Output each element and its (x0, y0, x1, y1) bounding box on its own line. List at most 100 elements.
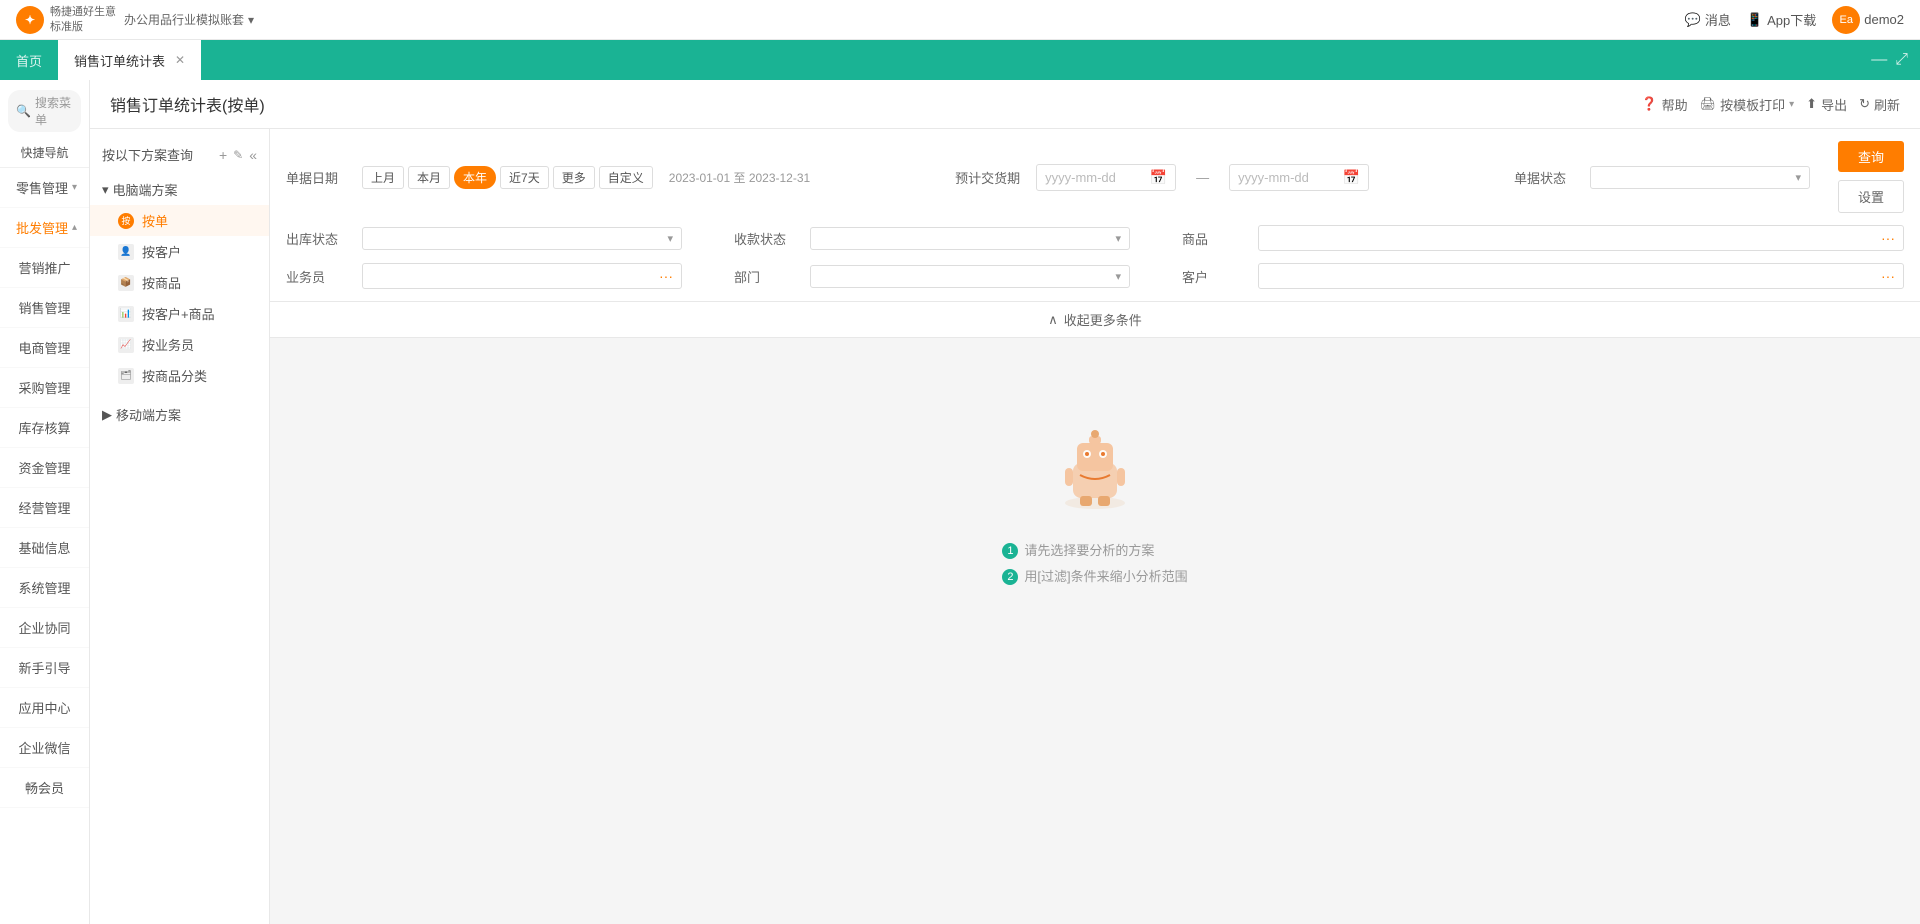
scheme-item-by-salesman[interactable]: 📈 按业务员 (90, 329, 269, 360)
scheme-item-by-order[interactable]: 按 按单 (90, 205, 269, 236)
more-date-button[interactable]: 更多 (553, 166, 595, 189)
last-7-days-button[interactable]: 近7天 (500, 166, 549, 189)
scheme-panel-icons: + ✎ « (219, 147, 257, 163)
sidebar-item-inventory[interactable]: 库存核算 (0, 408, 89, 448)
scheme-icon: 👤 (118, 244, 134, 260)
export-icon: ⬆ (1806, 96, 1817, 112)
date-label: 单据日期 (286, 168, 346, 187)
pay-status-select[interactable]: ▾ (810, 227, 1130, 250)
expected-date-to-input[interactable]: yyyy-mm-dd 📅 (1229, 164, 1369, 191)
tab-sales-stat[interactable]: 销售订单统计表 ✕ (58, 40, 201, 80)
sidebar: 🔍 搜索菜单 快捷导航 零售管理 ▾ 批发管理 ▴ 营销推广 销售管理 电商管理… (0, 80, 90, 924)
page-header-actions: ❓ 帮助 🖨 按模板打印 ▾ ⬆ 导出 ↻ 刷新 (1641, 95, 1900, 126)
scheme-icon: 📊 (118, 306, 134, 322)
sidebar-item-operation[interactable]: 经营管理 (0, 488, 89, 528)
salesman-input[interactable]: ··· (362, 263, 682, 289)
status-chevron-icon: ▾ (1795, 171, 1801, 184)
export-button[interactable]: ⬆ 导出 (1806, 95, 1847, 114)
collapse-bar[interactable]: ∧ 收起更多条件 (270, 302, 1920, 338)
goods-more-icon[interactable]: ··· (1881, 230, 1895, 246)
sidebar-item-sales-mgmt[interactable]: 销售管理 (0, 288, 89, 328)
sidebar-item-purchase[interactable]: 采购管理 (0, 368, 89, 408)
scheme-item-by-customer[interactable]: 👤 按客户 (90, 236, 269, 267)
maximize-button[interactable]: ⤢ (1895, 51, 1908, 69)
refresh-icon: ↻ (1859, 96, 1870, 112)
search-icon: 🔍 (16, 104, 31, 118)
collapse-panel-icon[interactable]: « (249, 147, 257, 163)
message-button[interactable]: 💬 消息 (1685, 10, 1731, 29)
refresh-button[interactable]: ↻ 刷新 (1859, 95, 1900, 114)
avatar: Ea (1832, 6, 1860, 34)
sidebar-item-newbie[interactable]: 新手引导 (0, 648, 89, 688)
tip-num-2: 2 (1002, 569, 1018, 585)
sidebar-item-system[interactable]: 系统管理 (0, 568, 89, 608)
chevron-down-icon: ▾ (102, 182, 109, 198)
content-wrapper: 按以下方案查询 + ✎ « ▾ 电脑端方案 按 按单 (90, 129, 1920, 924)
calendar-from-icon[interactable]: 📅 (1150, 169, 1167, 186)
tab-close-icon[interactable]: ✕ (175, 53, 185, 67)
tab-bar: 首页 销售订单统计表 ✕ — ⤢ (0, 40, 1920, 80)
filter-row-2: 出库状态 ▾ 收款状态 ▾ 商品 (286, 225, 1904, 251)
scheme-section-mobile-header[interactable]: ▶ 移动端方案 (90, 399, 269, 430)
scheme-item-by-cust-goods[interactable]: 📊 按客户+商品 (90, 298, 269, 329)
sidebar-item-shortcut[interactable]: 快捷导航 (0, 138, 89, 168)
minimize-button[interactable]: — (1871, 51, 1887, 69)
settings-button[interactable]: 设置 (1838, 180, 1904, 213)
search-input[interactable]: 🔍 搜索菜单 (8, 90, 81, 132)
last-month-button[interactable]: 上月 (362, 166, 404, 189)
print-icon: 🖨 (1700, 96, 1717, 112)
sidebar-item-ecommerce[interactable]: 电商管理 (0, 328, 89, 368)
this-year-button[interactable]: 本年 (454, 166, 496, 189)
print-arrow-icon[interactable]: ▾ (1789, 99, 1794, 110)
customer-input[interactable]: ··· (1258, 263, 1904, 289)
scheme-section-mobile: ▶ 移动端方案 (90, 395, 269, 434)
sidebar-item-member[interactable]: 畅会员 (0, 768, 89, 808)
dept-select[interactable]: ▾ (810, 265, 1130, 288)
sidebar-item-finance[interactable]: 资金管理 (0, 448, 89, 488)
breadcrumb-arrow[interactable]: ▾ (248, 13, 254, 27)
ship-status-select[interactable]: ▾ (362, 227, 682, 250)
empty-illustration (1045, 418, 1145, 518)
empty-state: 1 请先选择要分析的方案 2 用[过滤]条件来缩小分析范围 (270, 338, 1920, 670)
salesman-label: 业务员 (286, 267, 346, 286)
app-download-button[interactable]: 📱 App下载 (1747, 10, 1816, 29)
this-month-button[interactable]: 本月 (408, 166, 450, 189)
filter-section: 单据日期 上月 本月 本年 近7天 更多 自定义 2023-01-01 至 20… (270, 129, 1920, 302)
pay-chevron-icon: ▾ (1115, 232, 1121, 245)
content-area: 销售订单统计表(按单) ❓ 帮助 🖨 按模板打印 ▾ ⬆ 导出 ↻ 刷新 (90, 80, 1920, 924)
custom-date-button[interactable]: 自定义 (599, 166, 653, 189)
scheme-item-by-category[interactable]: 🗂 按商品分类 (90, 360, 269, 391)
sidebar-item-retail[interactable]: 零售管理 ▾ (0, 168, 89, 208)
sidebar-item-coop[interactable]: 企业协同 (0, 608, 89, 648)
goods-input[interactable]: ··· (1258, 225, 1904, 251)
customer-more-icon[interactable]: ··· (1881, 268, 1895, 284)
goods-label: 商品 (1182, 229, 1242, 248)
sidebar-item-wholesale[interactable]: 批发管理 ▴ (0, 208, 89, 248)
scheme-item-by-goods[interactable]: 📦 按商品 (90, 267, 269, 298)
calendar-to-icon[interactable]: 📅 (1343, 169, 1360, 186)
breadcrumb[interactable]: 办公用品行业模拟账套 ▾ (124, 11, 254, 28)
salesman-more-icon[interactable]: ··· (659, 268, 673, 284)
action-buttons: 查询 设置 (1838, 141, 1904, 213)
logo-text: 畅捷通好生意 标准版 (50, 5, 116, 34)
dept-chevron-icon: ▾ (1115, 270, 1121, 283)
empty-tip-1: 1 请先选择要分析的方案 (1002, 538, 1187, 564)
user-area[interactable]: Ea demo2 (1832, 6, 1904, 34)
scheme-section-pc-header[interactable]: ▾ 电脑端方案 (90, 174, 269, 205)
main-layout: 🔍 搜索菜单 快捷导航 零售管理 ▾ 批发管理 ▴ 营销推广 销售管理 电商管理… (0, 80, 1920, 924)
add-scheme-icon[interactable]: + (219, 147, 227, 163)
sidebar-item-appcenter[interactable]: 应用中心 (0, 688, 89, 728)
print-button[interactable]: 🖨 按模板打印 ▾ (1700, 95, 1795, 114)
status-select[interactable]: ▾ (1590, 166, 1810, 189)
message-icon: 💬 (1685, 12, 1701, 28)
search-button[interactable]: 查询 (1838, 141, 1904, 172)
expected-date-from-input[interactable]: yyyy-mm-dd 📅 (1036, 164, 1176, 191)
tab-home[interactable]: 首页 (0, 40, 58, 80)
help-button[interactable]: ❓ 帮助 (1641, 95, 1687, 114)
sidebar-item-wechat[interactable]: 企业微信 (0, 728, 89, 768)
empty-tip-2: 2 用[过滤]条件来缩小分析范围 (1002, 564, 1187, 590)
edit-scheme-icon[interactable]: ✎ (233, 148, 243, 162)
scheme-icon: 📈 (118, 337, 134, 353)
sidebar-item-marketing[interactable]: 营销推广 (0, 248, 89, 288)
sidebar-item-basic[interactable]: 基础信息 (0, 528, 89, 568)
